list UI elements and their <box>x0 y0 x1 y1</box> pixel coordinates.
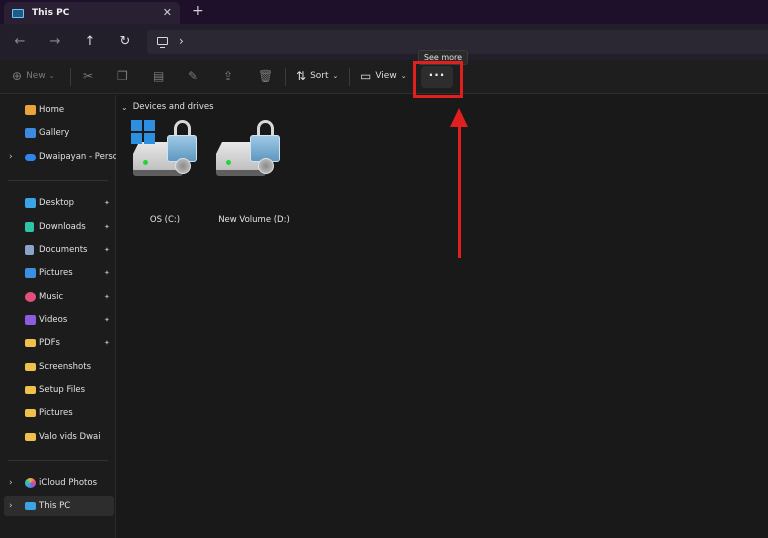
sidebar-item-pictures[interactable]: Pictures ✦ <box>0 263 116 283</box>
sort-icon: ⇅ <box>296 69 307 83</box>
delete-icon[interactable]: 🗑 <box>258 69 277 83</box>
music-icon <box>25 292 36 302</box>
this-pc-icon <box>25 502 36 510</box>
desktop-icon <box>25 198 36 208</box>
sidebar-item-setup-files[interactable]: Setup Files <box>0 380 116 400</box>
up-button[interactable]: ↑ <box>82 34 98 49</box>
sidebar-divider <box>8 180 108 181</box>
plus-circle-icon: ⊕ <box>12 69 23 83</box>
sidebar-item-icloud-photos[interactable]: › iCloud Photos <box>0 473 116 493</box>
sidebar-item-downloads[interactable]: Downloads ✦ <box>0 217 116 237</box>
navigation-pane: Home Gallery › Dwaipayan - Persor Deskto… <box>0 95 116 538</box>
sidebar-item-gallery[interactable]: Gallery <box>0 123 116 143</box>
folder-icon <box>25 386 36 394</box>
share-icon[interactable]: ⇪ <box>223 69 237 83</box>
group-header-devices[interactable]: ⌄ Devices and drives <box>121 102 214 112</box>
refresh-button[interactable]: ↻ <box>117 34 133 49</box>
address-row: ← → ↑ ↻ › <box>0 24 768 60</box>
new-label: New <box>26 71 46 81</box>
group-title: Devices and drives <box>132 102 214 112</box>
sidebar-item-music[interactable]: Music ✦ <box>0 287 116 307</box>
pin-icon[interactable]: ✦ <box>104 316 110 324</box>
sidebar-item-desktop[interactable]: Desktop ✦ <box>0 193 116 213</box>
sort-label: Sort <box>310 71 329 81</box>
folder-icon <box>25 363 36 371</box>
icloud-photos-icon <box>25 478 36 488</box>
drive-os-c[interactable]: OS (C:) <box>131 120 211 225</box>
folder-icon <box>25 433 36 441</box>
tab-title: This PC <box>32 8 70 18</box>
pin-icon[interactable]: ✦ <box>104 223 110 231</box>
pin-icon[interactable]: ✦ <box>104 339 110 347</box>
back-button[interactable]: ← <box>12 34 28 49</box>
home-icon <box>25 105 36 115</box>
this-pc-icon <box>157 37 168 48</box>
pin-icon[interactable]: ✦ <box>104 199 110 207</box>
lock-disc <box>258 158 274 174</box>
chevron-right-icon[interactable]: › <box>9 152 13 162</box>
onedrive-icon <box>25 153 36 161</box>
lock-disc <box>175 158 191 174</box>
documents-icon <box>25 245 34 255</box>
pin-icon[interactable]: ✦ <box>104 246 110 254</box>
sidebar-item-screenshots[interactable]: Screenshots <box>0 357 116 377</box>
sidebar-item-videos[interactable]: Videos ✦ <box>0 310 116 330</box>
cut-icon[interactable]: ✂ <box>83 69 97 83</box>
sort-button[interactable]: ⇅ Sort ⌄ <box>296 69 338 83</box>
drive-led <box>143 160 148 165</box>
pin-icon[interactable]: ✦ <box>104 293 110 301</box>
drive-led <box>226 160 231 165</box>
chevron-down-icon: ⌄ <box>48 72 55 80</box>
toolbar-divider <box>349 68 350 86</box>
toolbar-divider <box>285 68 286 86</box>
paste-icon[interactable]: ▤ <box>153 69 168 83</box>
sidebar-item-this-pc[interactable]: › This PC <box>4 496 114 516</box>
hard-drive-base <box>216 170 266 176</box>
sidebar-item-documents[interactable]: Documents ✦ <box>0 240 116 260</box>
hard-drive-base <box>133 170 183 176</box>
gallery-icon <box>25 128 36 138</box>
sidebar-item-onedrive[interactable]: › Dwaipayan - Persor <box>0 147 116 167</box>
folder-icon <box>25 409 36 417</box>
close-icon[interactable]: ✕ <box>163 6 172 19</box>
chevron-down-icon: ⌄ <box>400 72 407 80</box>
chevron-right-icon[interactable]: › <box>9 501 13 511</box>
copy-icon[interactable]: ❐ <box>117 69 132 83</box>
new-tab-button[interactable]: + <box>192 3 204 19</box>
sidebar-item-pdfs[interactable]: PDFs ✦ <box>0 333 116 353</box>
pin-icon[interactable]: ✦ <box>104 269 110 277</box>
downloads-icon <box>25 222 34 232</box>
chevron-right-icon[interactable]: › <box>9 478 13 488</box>
chevron-down-icon: ⌄ <box>121 102 128 112</box>
content-area: ⌄ Devices and drives OS (C:) New Volume … <box>117 95 768 538</box>
tab-this-pc[interactable]: This PC ✕ <box>4 2 180 24</box>
videos-icon <box>25 315 36 325</box>
toolbar-divider <box>70 68 71 86</box>
tab-bar: This PC ✕ + <box>0 0 768 24</box>
chevron-down-icon: ⌄ <box>332 72 339 80</box>
view-button[interactable]: ▭ View ⌄ <box>360 69 407 83</box>
view-label: View <box>375 71 397 81</box>
drive-new-volume-d[interactable]: New Volume (D:) <box>214 120 294 225</box>
breadcrumb-chevron-icon[interactable]: › <box>179 34 184 48</box>
sidebar-item-home[interactable]: Home <box>0 100 116 120</box>
view-icon: ▭ <box>360 69 372 83</box>
this-pc-icon <box>12 8 24 18</box>
forward-button[interactable]: → <box>47 34 63 49</box>
drive-label: OS (C:) <box>149 215 181 225</box>
sidebar-item-valo-vids[interactable]: Valo vids Dwai <box>0 427 116 447</box>
drive-label: New Volume (D:) <box>218 215 290 225</box>
sidebar-divider <box>8 460 108 461</box>
new-button[interactable]: ⊕ New ⌄ <box>12 69 55 83</box>
command-bar: ⊕ New ⌄ ✂ ❐ ▤ ✎ ⇪ 🗑 ⇅ Sort ⌄ ▭ View ⌄ ··… <box>0 60 768 94</box>
rename-icon[interactable]: ✎ <box>188 69 202 83</box>
sidebar-item-pictures-folder[interactable]: Pictures <box>0 403 116 423</box>
annotation-highlight-box <box>413 61 463 98</box>
windows-logo-icon <box>131 120 155 144</box>
pictures-icon <box>25 268 36 278</box>
folder-icon <box>25 339 36 347</box>
